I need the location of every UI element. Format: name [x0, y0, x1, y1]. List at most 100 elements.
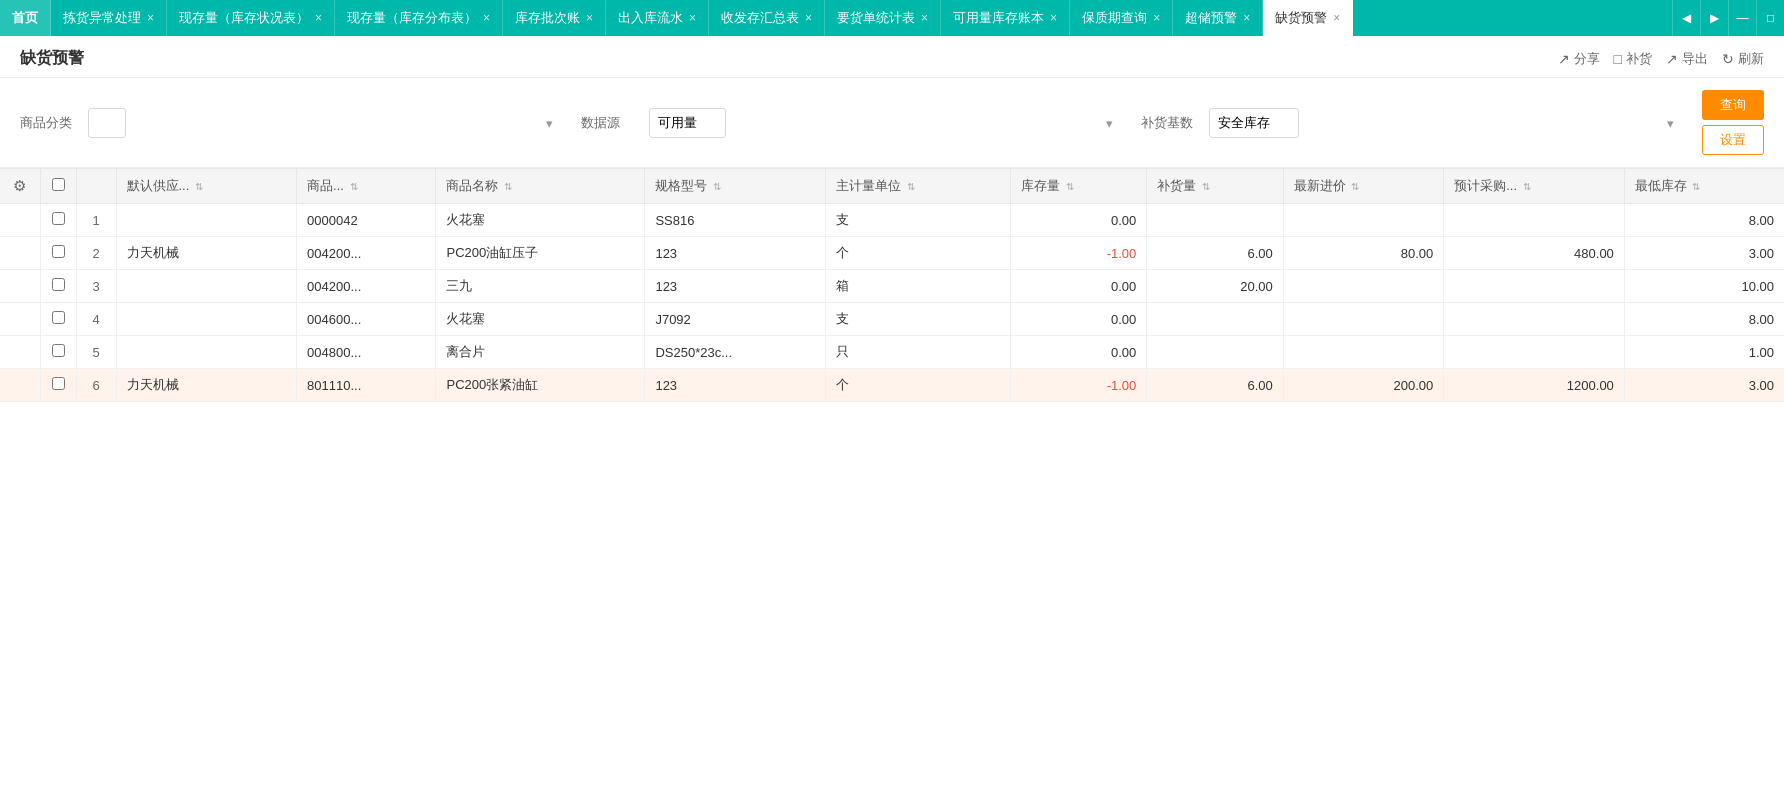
select-all-checkbox[interactable]	[52, 178, 65, 191]
tab-available[interactable]: 可用量库存账本 ×	[941, 0, 1070, 36]
tab-label: 现存量（库存状况表）	[179, 9, 309, 27]
settings-button[interactable]: 设置	[1702, 125, 1764, 155]
tab-close[interactable]: ×	[483, 11, 490, 25]
row-stock: -1.00	[1010, 237, 1146, 270]
col-latest-price-header[interactable]: 最新进价 ⇅	[1283, 169, 1444, 204]
tab-close[interactable]: ×	[1243, 11, 1250, 25]
col-product-name-header[interactable]: 商品名称 ⇅	[436, 169, 645, 204]
sort-icon: ⇅	[1066, 181, 1074, 192]
tab-maximize-btn[interactable]: □	[1756, 0, 1784, 36]
col-spec-header[interactable]: 规格型号 ⇅	[645, 169, 826, 204]
sort-icon: ⇅	[713, 181, 721, 192]
row-stock: 0.00	[1010, 336, 1146, 369]
row-restock-qty: 6.00	[1147, 237, 1283, 270]
row-min-stock: 10.00	[1624, 270, 1784, 303]
category-filter-group: 商品分类	[20, 108, 561, 138]
row-spec: 123	[645, 270, 826, 303]
tab-flow[interactable]: 出入库流水 ×	[606, 0, 709, 36]
tab-stock-status[interactable]: 现存量（库存状况表） ×	[167, 0, 335, 36]
tab-label: 保质期查询	[1082, 9, 1147, 27]
restock-base-select[interactable]: 安全库存 最低库存	[1209, 108, 1299, 138]
tab-home-label: 首页	[12, 9, 38, 27]
row-latest-price	[1283, 336, 1444, 369]
col-unit-header[interactable]: 主计量单位 ⇅	[826, 169, 1011, 204]
row-spec: J7092	[645, 303, 826, 336]
restock-base-filter-label: 补货基数	[1141, 114, 1201, 132]
row-product-code: 004200...	[297, 270, 436, 303]
query-button[interactable]: 查询	[1702, 90, 1764, 120]
col-index-header	[76, 169, 116, 204]
tab-stock-dist[interactable]: 现存量（库存分布表） ×	[335, 0, 503, 36]
data-table: ⚙ 默认供应... ⇅ 商品... ⇅ 商品名称	[0, 168, 1784, 402]
row-unit: 只	[826, 336, 1011, 369]
restock-icon: □	[1614, 51, 1622, 67]
row-product-name: PC200油缸压子	[436, 237, 645, 270]
row-checkbox[interactable]	[52, 212, 65, 225]
row-checkbox[interactable]	[52, 311, 65, 324]
restock-button[interactable]: □ 补货	[1614, 50, 1652, 68]
tab-shortage[interactable]: 缺货预警 ×	[1263, 0, 1353, 36]
gear-button[interactable]: ⚙	[13, 177, 26, 195]
datasource-select[interactable]: 可用量 库存量	[649, 108, 726, 138]
sort-icon: ⇅	[1692, 181, 1700, 192]
col-supplier-header[interactable]: 默认供应... ⇅	[116, 169, 297, 204]
col-stock-header[interactable]: 库存量 ⇅	[1010, 169, 1146, 204]
row-checkbox[interactable]	[52, 245, 65, 258]
tab-receipt-summary[interactable]: 收发存汇总表 ×	[709, 0, 825, 36]
row-checkbox[interactable]	[52, 377, 65, 390]
row-latest-price	[1283, 270, 1444, 303]
tab-close[interactable]: ×	[921, 11, 928, 25]
tab-close[interactable]: ×	[1050, 11, 1057, 25]
row-checkbox-cell	[40, 270, 76, 303]
col-product-code-header[interactable]: 商品... ⇅	[297, 169, 436, 204]
tab-close[interactable]: ×	[689, 11, 696, 25]
tab-close[interactable]: ×	[147, 11, 154, 25]
tab-label: 出入库流水	[618, 9, 683, 27]
row-settings	[0, 303, 40, 336]
tab-close[interactable]: ×	[805, 11, 812, 25]
category-select[interactable]	[88, 108, 126, 138]
restock-base-select-wrapper: 安全库存 最低库存	[1209, 108, 1682, 138]
tab-label: 缺货预警	[1275, 9, 1327, 27]
row-checkbox-cell	[40, 237, 76, 270]
tab-minimize-btn[interactable]: —	[1728, 0, 1756, 36]
row-latest-price	[1283, 204, 1444, 237]
tab-close[interactable]: ×	[315, 11, 322, 25]
tab-close[interactable]: ×	[1333, 11, 1340, 25]
col-est-purchase-header[interactable]: 预计采购... ⇅	[1444, 169, 1625, 204]
tab-expiry[interactable]: 保质期查询 ×	[1070, 0, 1173, 36]
row-checkbox-cell	[40, 336, 76, 369]
col-min-stock-header[interactable]: 最低库存 ⇅	[1624, 169, 1784, 204]
col-restock-qty-header[interactable]: 补货量 ⇅	[1147, 169, 1283, 204]
row-settings	[0, 204, 40, 237]
share-button[interactable]: ↗ 分享	[1558, 50, 1600, 68]
table-row: 1 0000042 火花塞 SS816 支 0.00 8.00	[0, 204, 1784, 237]
tab-home[interactable]: 首页	[0, 0, 51, 36]
tab-close[interactable]: ×	[586, 11, 593, 25]
export-button[interactable]: ↗ 导出	[1666, 50, 1708, 68]
tab-abnormal[interactable]: 拣货异常处理 ×	[51, 0, 167, 36]
tab-next-btn[interactable]: ▶	[1700, 0, 1728, 36]
tab-requisition[interactable]: 要货单统计表 ×	[825, 0, 941, 36]
refresh-icon: ↻	[1722, 51, 1734, 67]
sort-icon: ⇅	[1351, 181, 1359, 192]
row-settings	[0, 237, 40, 270]
refresh-button[interactable]: ↻ 刷新	[1722, 50, 1764, 68]
row-checkbox[interactable]	[52, 278, 65, 291]
tab-prev-btn[interactable]: ◀	[1672, 0, 1700, 36]
tab-batch[interactable]: 库存批次账 ×	[503, 0, 606, 36]
tab-close[interactable]: ×	[1153, 11, 1160, 25]
row-product-name: 离合片	[436, 336, 645, 369]
tab-overstock[interactable]: 超储预警 ×	[1173, 0, 1263, 36]
row-settings	[0, 270, 40, 303]
category-select-wrapper	[88, 108, 561, 138]
row-spec: 123	[645, 237, 826, 270]
table-header-row: ⚙ 默认供应... ⇅ 商品... ⇅ 商品名称	[0, 169, 1784, 204]
export-label: 导出	[1682, 50, 1708, 68]
row-checkbox[interactable]	[52, 344, 65, 357]
tab-label: 现存量（库存分布表）	[347, 9, 477, 27]
row-checkbox-cell	[40, 204, 76, 237]
row-restock-qty: 20.00	[1147, 270, 1283, 303]
row-est-purchase: 1200.00	[1444, 369, 1625, 402]
export-icon: ↗	[1666, 51, 1678, 67]
